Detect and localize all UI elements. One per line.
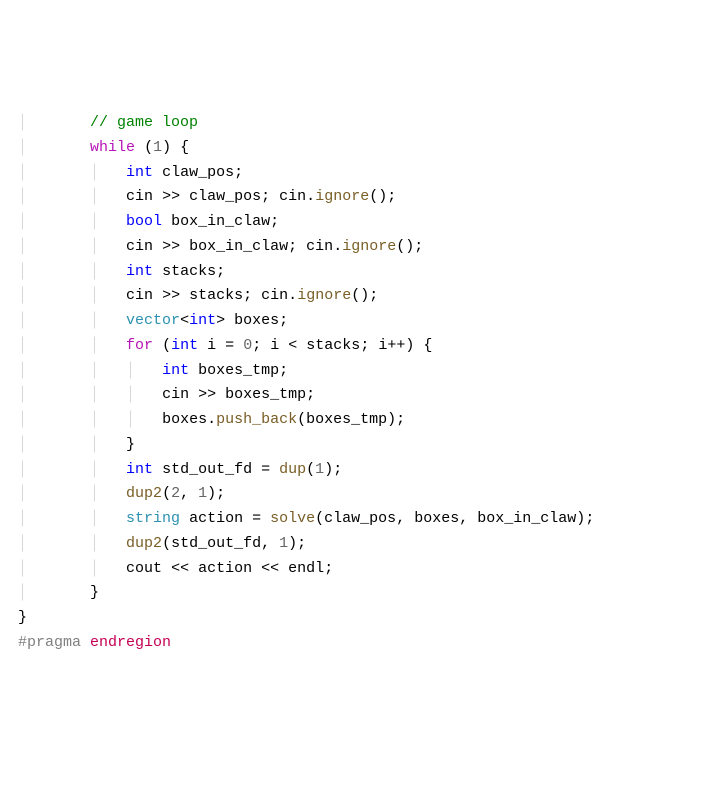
code-line: │ │ │ int boxes_tmp; — [18, 359, 706, 384]
code-line: │ │ } — [18, 433, 706, 458]
method-call: ignore — [315, 188, 369, 205]
keyword-int: int — [126, 164, 153, 181]
code-line: │ │ cin >> box_in_claw; cin.ignore(); — [18, 235, 706, 260]
code-line: │ │ int claw_pos; — [18, 161, 706, 186]
code-line: │ │ bool box_in_claw; — [18, 210, 706, 235]
method-call: push_back — [216, 411, 297, 428]
code-line: │ │ int std_out_fd = dup(1); — [18, 458, 706, 483]
code-editor: │ // game loop│ while (1) {│ │ int claw_… — [18, 111, 706, 656]
keyword-while: while — [90, 139, 135, 156]
code-line: │ │ string action = solve(claw_pos, boxe… — [18, 507, 706, 532]
code-line: │ │ dup2(std_out_fd, 1); — [18, 532, 706, 557]
type-vector: vector — [126, 312, 180, 329]
region-keyword: endregion — [90, 634, 171, 651]
keyword-for: for — [126, 337, 153, 354]
code-line: │ │ int stacks; — [18, 260, 706, 285]
code-line: │ │ cin >> stacks; cin.ignore(); — [18, 284, 706, 309]
code-line: #pragma endregion — [18, 631, 706, 656]
function-call: dup — [279, 461, 306, 478]
code-line: │ │ │ cin >> boxes_tmp; — [18, 383, 706, 408]
function-call: dup2 — [126, 535, 162, 552]
code-line: │ │ for (int i = 0; i < stacks; i++) { — [18, 334, 706, 359]
code-line: │ │ dup2(2, 1); — [18, 482, 706, 507]
comment: // game loop — [90, 114, 198, 131]
code-line: │ │ cin >> claw_pos; cin.ignore(); — [18, 185, 706, 210]
function-call: solve — [270, 510, 315, 527]
keyword-int: int — [126, 263, 153, 280]
code-line: │ // game loop — [18, 111, 706, 136]
preprocessor-directive: #pragma — [18, 634, 81, 651]
method-call: ignore — [297, 287, 351, 304]
function-call: dup2 — [126, 485, 162, 502]
code-line: │ } — [18, 581, 706, 606]
code-line: │ │ cout << action << endl; — [18, 557, 706, 582]
method-call: ignore — [342, 238, 396, 255]
code-line: │ │ │ boxes.push_back(boxes_tmp); — [18, 408, 706, 433]
code-line: │ while (1) { — [18, 136, 706, 161]
keyword-bool: bool — [126, 213, 162, 230]
type-string: string — [126, 510, 180, 527]
code-line: │ │ vector<int> boxes; — [18, 309, 706, 334]
code-line: } — [18, 606, 706, 631]
